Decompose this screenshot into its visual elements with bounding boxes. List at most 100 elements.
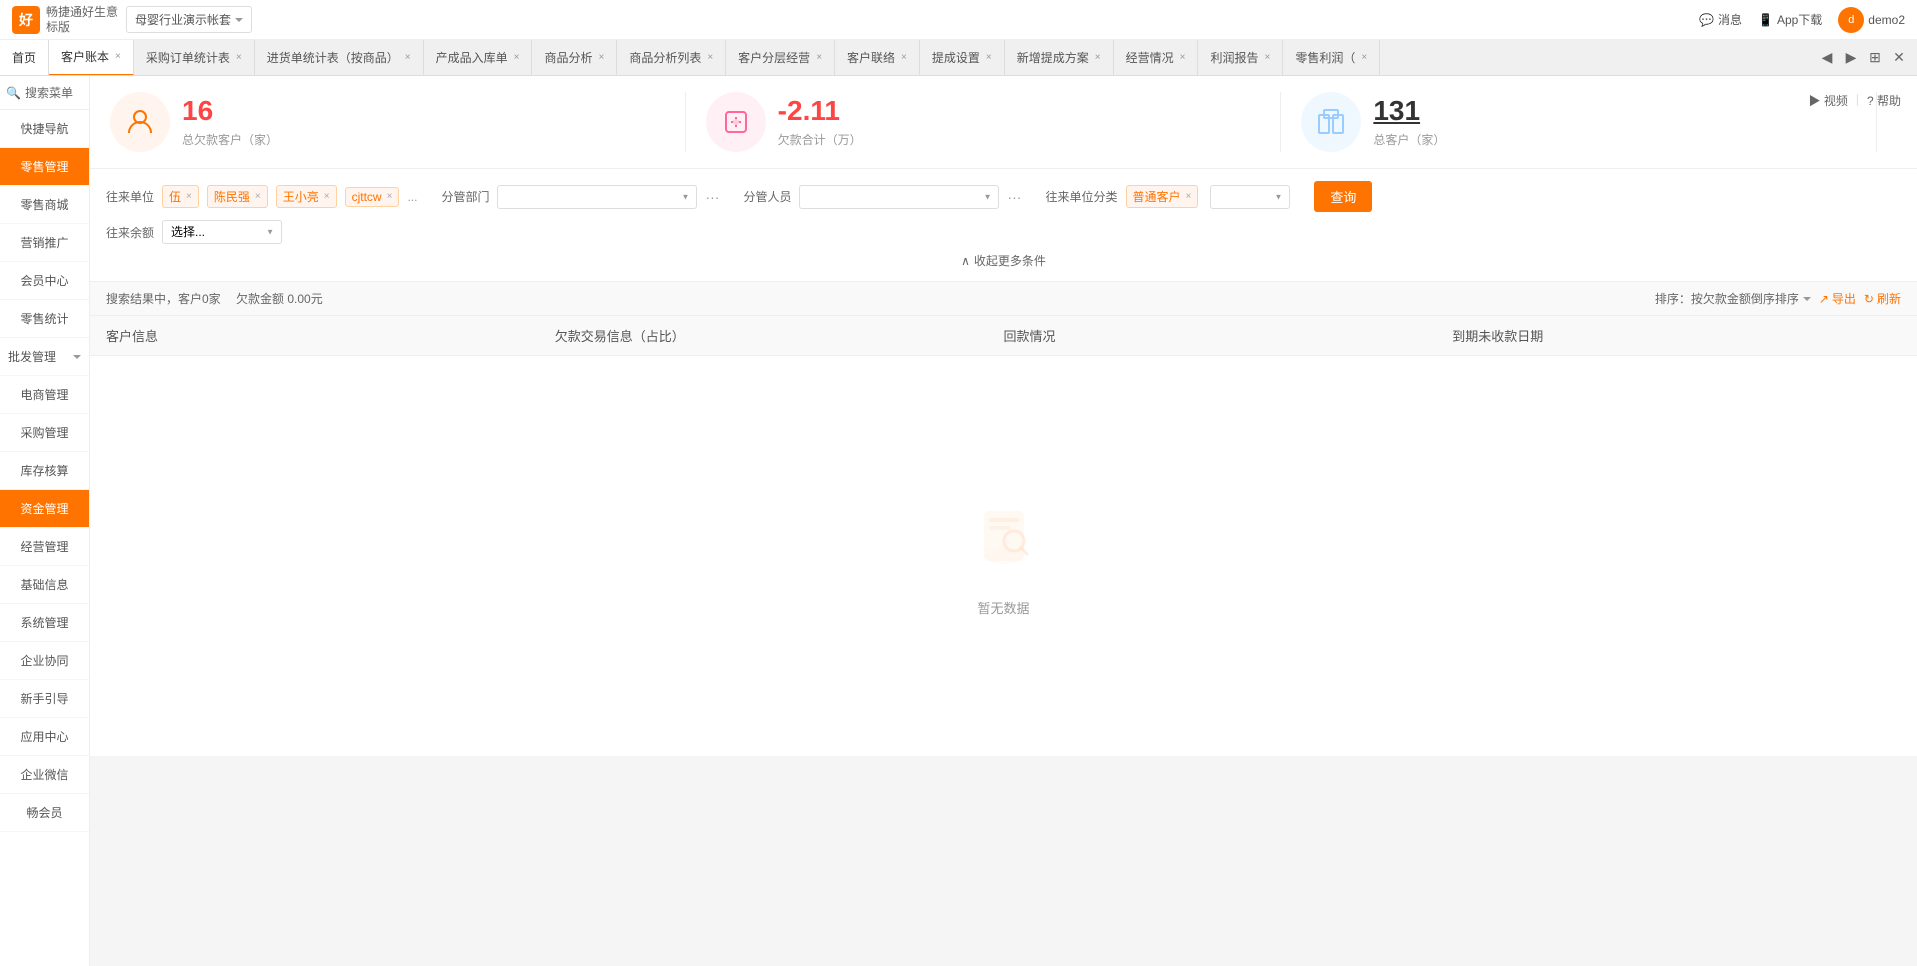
tab-product-analysis-list[interactable]: 商品分析列表 × [617,40,726,76]
empty-state: 暂无数据 [964,436,1044,677]
tab-close-icon[interactable]: × [707,52,713,63]
sidebar-item-finance[interactable]: 资金管理 [0,490,89,528]
sidebar-item-retail[interactable]: 零售管理 [0,148,89,186]
empty-icon [964,496,1044,590]
stat-info-customers: 16 总欠款客户（家） [182,97,278,148]
user-profile[interactable]: d demo2 [1838,7,1905,33]
filter-tag-chen[interactable]: 陈民强 × [207,185,268,208]
tab-customer-ledger[interactable]: 客户账本 × [49,40,134,76]
sidebar-item-operations[interactable]: 经营管理 [0,528,89,566]
stat-info-total: 131 总客户（家） [1373,97,1445,148]
stat-label-total: 总客户（家） [1373,131,1445,148]
remove-tag-icon[interactable]: × [387,191,393,202]
filter-label-person: 分管人员 [743,188,791,205]
tab-operations[interactable]: 经营情况 × [1114,40,1199,76]
sidebar-item-enterprise-wechat[interactable]: 企业微信 [0,756,89,794]
tab-product-stock[interactable]: 产成品入库单 × [424,40,533,76]
sidebar: 🔍 搜索菜单 快捷导航 零售管理 零售商城 营销推广 会员中心 零售统计 批发管… [0,76,90,966]
tab-next-button[interactable]: ▶ [1841,48,1861,68]
help-button[interactable]: ? 帮助 [1867,92,1901,109]
results-header: 搜索结果中，客户0家 欠款金额 0.00元 排序：按欠款金额倒序排序 ↗ 导出 … [90,282,1917,316]
tab-close-icon[interactable]: × [1264,52,1270,63]
tab-customer-contact[interactable]: 客户联络 × [835,40,920,76]
sidebar-item-new-user[interactable]: 新手引导 [0,680,89,718]
sidebar-search[interactable]: 🔍 搜索菜单 [0,76,89,110]
tab-close-icon[interactable]: × [405,52,411,63]
filter-tag-normal-customer[interactable]: 普通客户 × [1126,185,1199,208]
person-select-wrapper [799,185,999,209]
dept-more-icon[interactable]: ··· [705,189,719,205]
table-body: 暂无数据 [90,356,1917,756]
col-repayment: 回款情况 [1004,326,1453,345]
tab-close-icon[interactable]: × [514,52,520,63]
collapse-button[interactable]: ∧ 收起更多条件 [106,252,1901,269]
filter-tag-cjttcw[interactable]: cjttcw × [345,187,400,207]
sidebar-item-member[interactable]: 会员中心 [0,262,89,300]
tab-close-icon[interactable]: × [901,52,907,63]
tab-menu-button[interactable]: ⊞ [1865,48,1885,68]
tab-close-icon[interactable]: × [598,52,604,63]
tab-purchase-order[interactable]: 采购订单统计表 × [134,40,255,76]
sidebar-item-enterprise-coop[interactable]: 企业协同 [0,642,89,680]
sidebar-item-retail-shop[interactable]: 零售商城 [0,186,89,224]
tab-close-icon[interactable]: × [986,52,992,63]
tab-promotion[interactable]: 提成设置 × [920,40,1005,76]
tab-close-icon[interactable]: × [236,52,242,63]
person-input[interactable] [799,185,999,209]
tab-retail-profit[interactable]: 零售利润（ × [1283,40,1380,76]
filter-tag-wang[interactable]: 王小亮 × [276,185,337,208]
tab-close-icon[interactable]: × [1361,52,1367,63]
messages-button[interactable]: 💬 消息 [1699,11,1742,28]
filter-tag-wu[interactable]: 伍 × [162,185,199,208]
tab-stock-in[interactable]: 进货单统计表（按商品） × [255,40,424,76]
sidebar-item-basic-info[interactable]: 基础信息 [0,566,89,604]
tab-close-all-button[interactable]: ✕ [1889,48,1909,68]
filter-row-balance: 往来余额 选择... [106,220,1901,244]
query-button[interactable]: 查询 [1314,181,1372,212]
sidebar-item-inventory[interactable]: 库存核算 [0,452,89,490]
table-header: 客户信息 欠款交易信息（占比） 回款情况 到期未收款日期 [90,316,1917,356]
remove-tag-icon[interactable]: × [186,191,192,202]
sort-select[interactable]: 排序：按欠款金额倒序排序 [1655,290,1811,307]
refresh-icon: ↻ [1864,292,1874,306]
results-info: 搜索结果中，客户0家 欠款金额 0.00元 [106,290,335,307]
sidebar-item-marketing[interactable]: 营销推广 [0,224,89,262]
sidebar-item-system[interactable]: 系统管理 [0,604,89,642]
person-more-icon[interactable]: ··· [1007,189,1021,205]
account-selector[interactable]: 母婴行业演示帐套 [126,6,252,33]
filter-row-unit: 往来单位 伍 × 陈民强 × 王小亮 × cjttcw × ... [106,181,1901,212]
dept-input[interactable] [497,185,697,209]
sidebar-quick-nav[interactable]: 快捷导航 [0,110,89,148]
unit-class-select[interactable] [1210,185,1290,209]
tab-prev-button[interactable]: ◀ [1817,48,1837,68]
sidebar-item-wholesale[interactable]: 批发管理 [0,338,89,376]
tab-close-icon[interactable]: × [816,52,822,63]
col-due-date: 到期未收款日期 [1452,326,1901,345]
tab-close-icon[interactable]: × [1095,52,1101,63]
tab-close-icon[interactable]: × [1180,52,1186,63]
sidebar-item-purchase[interactable]: 采购管理 [0,414,89,452]
tab-customer-segment[interactable]: 客户分层经营 × [726,40,835,76]
stat-label-customers: 总欠款客户（家） [182,131,278,148]
sidebar-item-ecommerce[interactable]: 电商管理 [0,376,89,414]
tab-close-icon[interactable]: × [115,51,121,62]
video-button[interactable]: ▶ 视频 [1808,92,1847,109]
unit-class-select-wrapper [1210,185,1290,209]
sidebar-item-app-center[interactable]: 应用中心 [0,718,89,756]
tab-profit[interactable]: 利润报告 × [1198,40,1283,76]
sidebar-item-retail-stats[interactable]: 零售统计 [0,300,89,338]
filter-more-tag[interactable]: ... [407,190,417,204]
remove-tag-icon[interactable]: × [324,191,330,202]
stat-block-total: 131 总客户（家） [1301,92,1877,152]
refresh-button[interactable]: ↻ 刷新 [1864,290,1901,307]
remove-tag-icon[interactable]: × [255,191,261,202]
tab-product-analysis[interactable]: 商品分析 × [532,40,617,76]
export-button[interactable]: ↗ 导出 [1819,290,1856,307]
tab-new-promotion[interactable]: 新增提成方案 × [1005,40,1114,76]
content-area: 16 总欠款客户（家） -2.11 欠款合计（万） [90,76,1917,966]
tab-home[interactable]: 首页 [0,40,49,76]
remove-unit-class-icon[interactable]: × [1186,191,1192,202]
app-download-button[interactable]: 📱 App下载 [1758,11,1822,28]
balance-select[interactable]: 选择... [162,220,282,244]
sidebar-item-vip[interactable]: 畅会员 [0,794,89,832]
